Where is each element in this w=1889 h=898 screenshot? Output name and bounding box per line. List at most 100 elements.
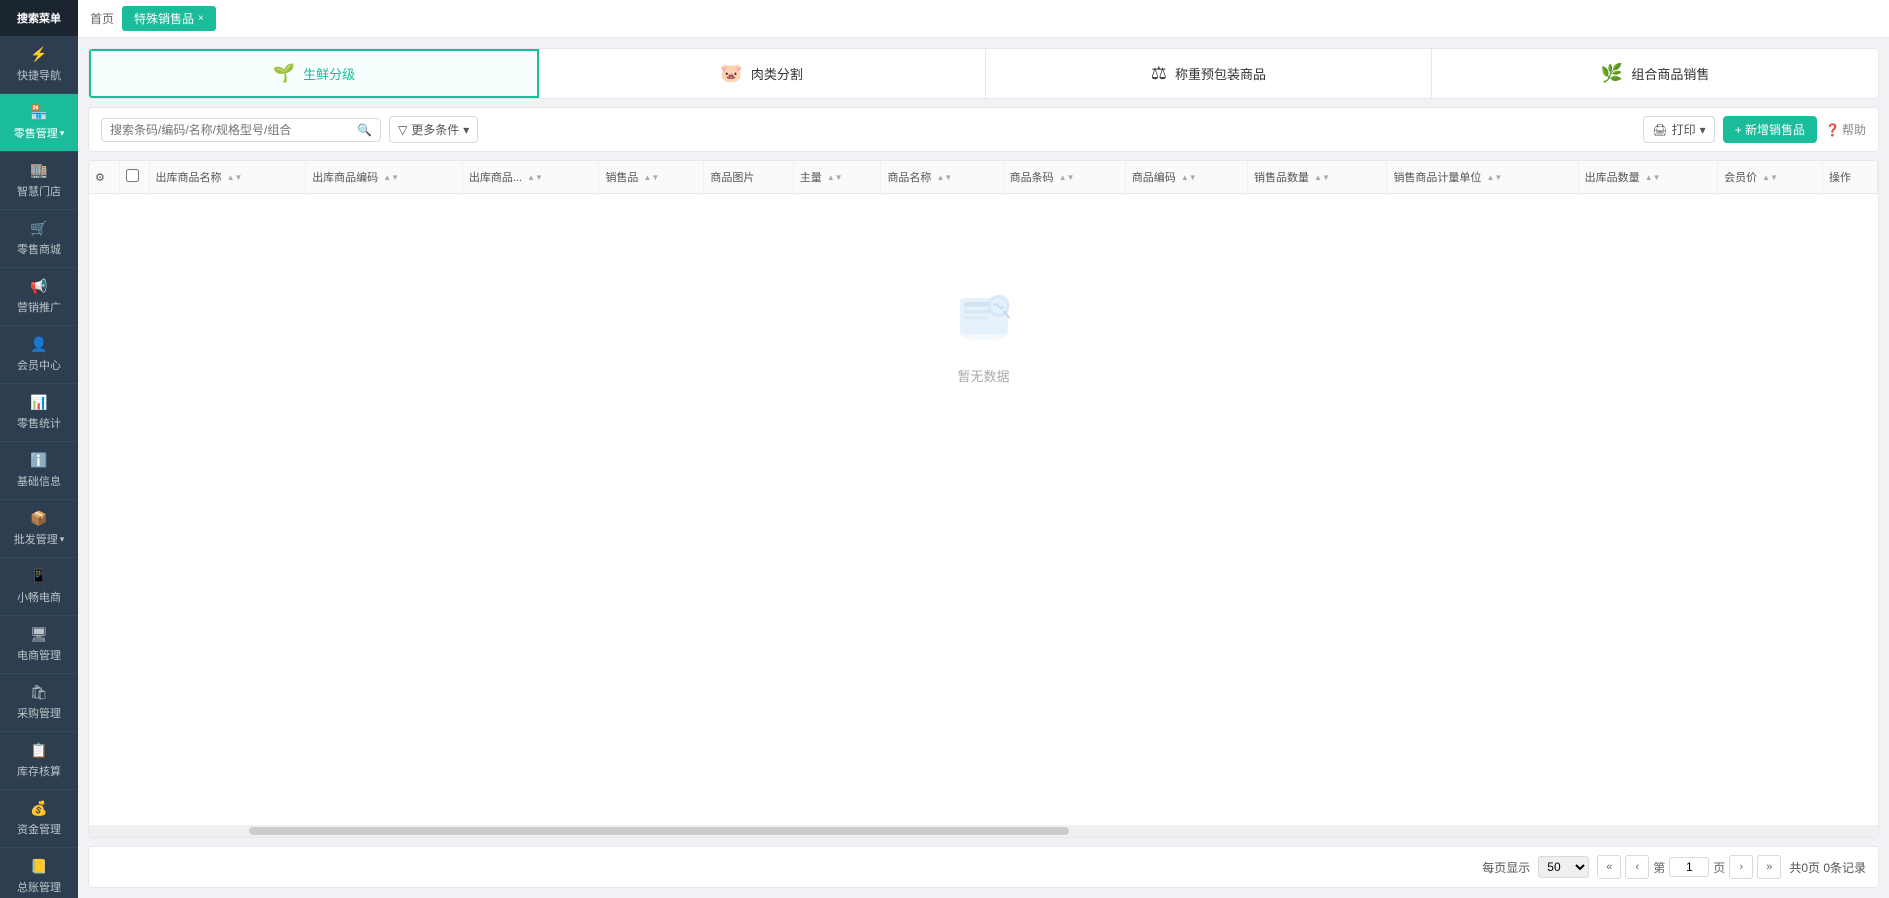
table-scroll[interactable]: ⚙ 出库商品名称 ▲▼ 出库商品编码 ▲▼ 出库商品... bbox=[89, 161, 1878, 823]
print-button[interactable]: 🖨 打印 ▾ bbox=[1643, 116, 1714, 143]
tab-meat-cut[interactable]: 🐷 肉类分割 bbox=[539, 49, 986, 98]
sidebar-item-retail-mall[interactable]: 🛒 零售商城 bbox=[0, 210, 78, 268]
empty-state-icon bbox=[944, 274, 1024, 354]
total-label: 共0页 0条记录 bbox=[1789, 859, 1866, 876]
sidebar: 搜索菜单 ⚡ 快捷导航 🏪 零售管理 ▾ 🏬 智慧门店 🛒 零售商城 📢 营销推… bbox=[0, 0, 78, 898]
th-weight[interactable]: 主量 ▲▼ bbox=[793, 161, 881, 194]
member-center-icon: 👤 bbox=[30, 336, 47, 353]
sort-icon: ▲▼ bbox=[383, 174, 399, 182]
th-sale-unit[interactable]: 销售商品计量单位 ▲▼ bbox=[1387, 161, 1578, 194]
th-out-goods-name[interactable]: 出库商品名称 ▲▼ bbox=[149, 161, 306, 194]
weight-prepack-icon: ⚖ bbox=[1151, 63, 1167, 84]
empty-text: 暂无数据 bbox=[957, 366, 1009, 385]
sidebar-item-general-ledger[interactable]: 📒 总账管理 bbox=[0, 848, 78, 898]
table-container: ⚙ 出库商品名称 ▲▼ 出库商品编码 ▲▼ 出库商品... bbox=[88, 160, 1879, 838]
sidebar-item-basic-info[interactable]: ℹ️ 基础信息 bbox=[0, 442, 78, 500]
tab-fresh-grade-label: 生鲜分级 bbox=[303, 64, 355, 83]
tab-combo-label: 组合商品销售 bbox=[1631, 64, 1709, 83]
active-tab[interactable]: 特殊销售品 × bbox=[122, 6, 216, 31]
sidebar-item-label: 零售统计 bbox=[17, 415, 61, 431]
th-goods-barcode[interactable]: 商品条码 ▲▼ bbox=[1003, 161, 1125, 194]
sort-icon: ▲▼ bbox=[1487, 174, 1503, 182]
mini-ecom-icon: 📱 bbox=[30, 568, 47, 585]
th-member-price[interactable]: 会员价 ▲▼ bbox=[1718, 161, 1823, 194]
sort-icon: ▲▼ bbox=[1181, 174, 1197, 182]
chevron-down-icon: ▾ bbox=[1700, 123, 1706, 137]
sidebar-item-ecom-mgmt[interactable]: 🖥 电商管理 bbox=[0, 616, 78, 674]
th-out-qty[interactable]: 出库品数量 ▲▼ bbox=[1578, 161, 1717, 194]
close-tab-button[interactable]: × bbox=[198, 13, 204, 24]
tab-weight-prepack[interactable]: ⚖ 称重预包装商品 bbox=[986, 49, 1433, 98]
select-all-checkbox[interactable] bbox=[126, 169, 139, 182]
sidebar-item-label: 基础信息 bbox=[17, 473, 61, 489]
sales-promo-icon: 📢 bbox=[30, 278, 47, 295]
prev-page-button[interactable]: ‹ bbox=[1625, 855, 1649, 879]
chevron-down-icon: ▾ bbox=[463, 123, 469, 137]
sidebar-item-quick-nav[interactable]: ⚡ 快捷导航 bbox=[0, 36, 78, 94]
sidebar-item-retail-mgmt[interactable]: 🏪 零售管理 ▾ bbox=[0, 94, 78, 152]
sidebar-item-retail-stats[interactable]: 📊 零售统计 bbox=[0, 384, 78, 442]
sidebar-item-smart-store[interactable]: 🏬 智慧门店 bbox=[0, 152, 78, 210]
sidebar-item-label: 库存核算 bbox=[17, 763, 61, 779]
sort-icon: ▲▼ bbox=[1059, 174, 1075, 182]
page-body: 🌱 生鲜分级 🐷 肉类分割 ⚖ 称重预包装商品 🌿 组合商品销售 🔍 bbox=[78, 38, 1889, 898]
th-out-goods-short[interactable]: 出库商品... ▲▼ bbox=[462, 161, 599, 194]
th-checkbox[interactable] bbox=[119, 161, 149, 194]
horizontal-scrollbar[interactable] bbox=[89, 825, 1878, 837]
pagination-bar: 每页显示 50 10 20 100 « ‹ 第 页 › » 共0页 0条记录 bbox=[88, 846, 1879, 888]
sort-icon: ▲▼ bbox=[1314, 174, 1330, 182]
sidebar-item-sales-promo[interactable]: 📢 营销推广 bbox=[0, 268, 78, 326]
th-settings[interactable]: ⚙ bbox=[89, 161, 119, 194]
sidebar-item-inventory[interactable]: 📋 库存核算 bbox=[0, 732, 78, 790]
sidebar-item-label: 小畅电商 bbox=[17, 589, 61, 605]
scrollbar-thumb[interactable] bbox=[249, 827, 1069, 835]
sidebar-item-mini-ecom[interactable]: 📱 小畅电商 bbox=[0, 558, 78, 616]
sidebar-item-label: 批发管理 bbox=[14, 531, 58, 547]
th-goods-name[interactable]: 商品名称 ▲▼ bbox=[881, 161, 1003, 194]
ecom-mgmt-icon: 🖥 bbox=[30, 626, 48, 643]
page-number-input[interactable] bbox=[1669, 857, 1709, 877]
sidebar-item-label: 快捷导航 bbox=[17, 67, 61, 83]
sidebar-item-member-center[interactable]: 👤 会员中心 bbox=[0, 326, 78, 384]
th-out-goods-code[interactable]: 出库商品编码 ▲▼ bbox=[306, 161, 463, 194]
active-tab-label: 特殊销售品 bbox=[134, 10, 194, 27]
home-breadcrumb[interactable]: 首页 bbox=[90, 10, 114, 27]
help-button[interactable]: ❓ 帮助 bbox=[1825, 121, 1866, 138]
table-header-row: ⚙ 出库商品名称 ▲▼ 出库商品编码 ▲▼ 出库商品... bbox=[89, 161, 1878, 194]
tab-fresh-grade[interactable]: 🌱 生鲜分级 bbox=[89, 49, 539, 98]
filter-button[interactable]: ▽ 更多条件 ▾ bbox=[389, 116, 478, 143]
per-page-select[interactable]: 50 10 20 100 bbox=[1538, 856, 1589, 878]
retail-mall-icon: 🛒 bbox=[30, 220, 47, 237]
first-page-button[interactable]: « bbox=[1597, 855, 1621, 879]
topbar: 首页 特殊销售品 × bbox=[78, 0, 1889, 38]
th-sale-qty[interactable]: 销售品数量 ▲▼ bbox=[1248, 161, 1387, 194]
basic-info-icon: ℹ️ bbox=[30, 452, 47, 469]
next-page-button[interactable]: › bbox=[1729, 855, 1753, 879]
sidebar-item-label: 会员中心 bbox=[17, 357, 61, 373]
th-goods-image: 商品图片 bbox=[704, 161, 793, 194]
sidebar-item-label: 电商管理 bbox=[17, 647, 61, 663]
th-sale-goods[interactable]: 销售品 ▲▼ bbox=[599, 161, 704, 194]
sidebar-item-purchase-mgmt[interactable]: 🛍 采购管理 bbox=[0, 674, 78, 732]
th-operations: 操作 bbox=[1823, 161, 1878, 194]
toolbar-left: 🔍 ▽ 更多条件 ▾ bbox=[101, 116, 478, 143]
sidebar-item-label: 零售商城 bbox=[17, 241, 61, 257]
tab-combo[interactable]: 🌿 组合商品销售 bbox=[1432, 49, 1878, 98]
sidebar-item-label: 总账管理 bbox=[17, 879, 61, 895]
sidebar-logo[interactable]: 搜索菜单 bbox=[0, 0, 78, 36]
add-button[interactable]: + 新增销售品 bbox=[1723, 116, 1817, 143]
last-page-button[interactable]: » bbox=[1757, 855, 1781, 879]
sort-icon: ▲▼ bbox=[227, 174, 243, 182]
search-box[interactable]: 🔍 bbox=[101, 118, 381, 142]
main-content: 首页 特殊销售品 × 🌱 生鲜分级 🐷 肉类分割 ⚖ 称重预包装商品 🌿 组合商… bbox=[78, 0, 1889, 898]
wholesale-icon: 📦 bbox=[30, 510, 47, 527]
search-input[interactable] bbox=[110, 123, 353, 137]
th-goods-code[interactable]: 商品编码 ▲▼ bbox=[1125, 161, 1247, 194]
sort-icon: ▲▼ bbox=[1762, 174, 1778, 182]
print-icon: 🖨 bbox=[1652, 123, 1667, 137]
fresh-grade-icon: 🌱 bbox=[273, 63, 295, 84]
sidebar-item-wholesale-mgmt[interactable]: 📦 批发管理 ▾ bbox=[0, 500, 78, 558]
sidebar-item-finance[interactable]: 💰 资金管理 bbox=[0, 790, 78, 848]
combo-icon: 🌿 bbox=[1601, 63, 1623, 84]
sidebar-item-label: 零售管理 bbox=[14, 125, 58, 141]
